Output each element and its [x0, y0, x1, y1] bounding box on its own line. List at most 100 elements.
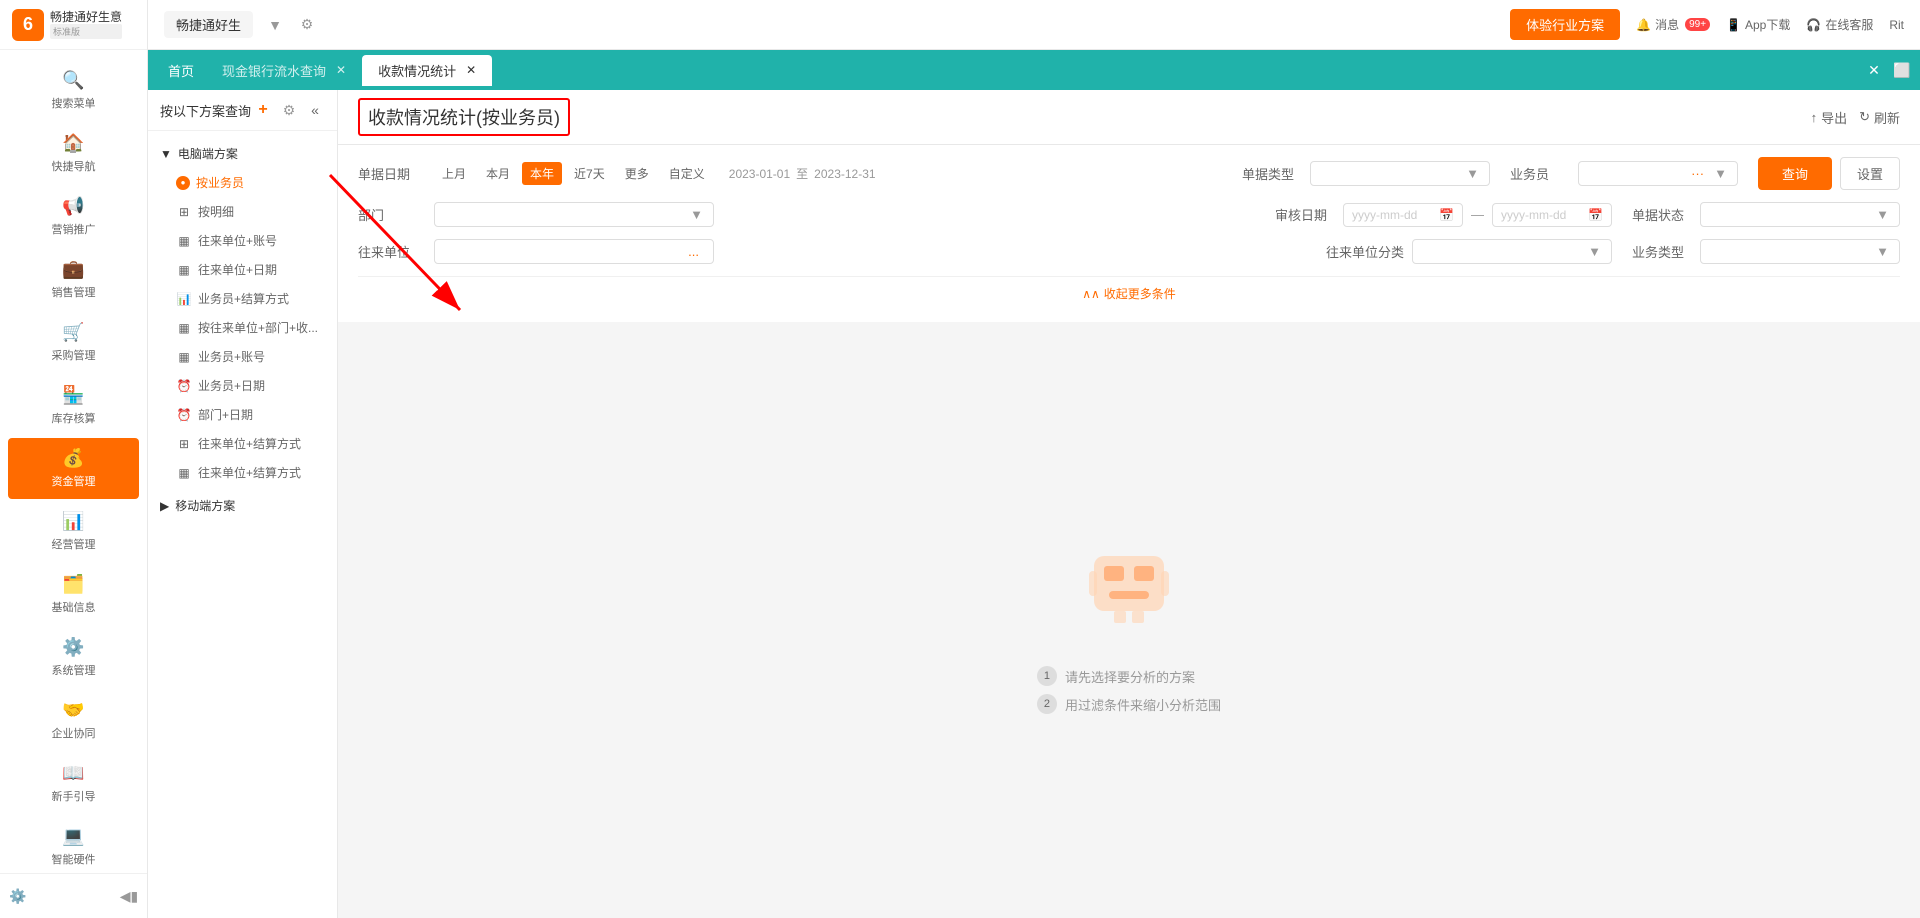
tree-item-by-partner-dept[interactable]: ▦ 按往来单位+部门+收... — [148, 313, 337, 342]
tab-collection-label: 收款情况统计 — [378, 61, 456, 80]
filter-row-2: 部门 ▼ 审核日期 yyyy-mm-dd 📅 — — [358, 202, 1900, 227]
tab-bank[interactable]: 现金银行流水查询 ✕ — [206, 55, 362, 86]
topbar-settings-icon[interactable]: ⚙ — [297, 15, 317, 35]
partner-more-btn[interactable]: ... — [688, 244, 699, 259]
partner-select[interactable]: ... — [434, 239, 714, 264]
refresh-icon: ↻ — [1859, 109, 1870, 125]
sidebar-settings-icon[interactable]: ⚙️ — [8, 886, 28, 906]
salesperson-label: 业务员 — [1510, 164, 1570, 183]
empty-illustration — [1069, 526, 1189, 646]
topbar-right: 体验行业方案 🔔 消息 99+ 📱 App下载 🎧 在线客服 Rit — [1510, 9, 1904, 40]
user-avatar[interactable]: Rit — [1889, 18, 1904, 32]
voucher-status-label: 单据状态 — [1632, 205, 1692, 224]
tree-item-partner-settlement2[interactable]: ▦ 往来单位+结算方式 — [148, 458, 337, 487]
sidebar-item-shortcut[interactable]: 🏠 快捷导航 — [8, 123, 139, 184]
collapse-label: 收起更多条件 — [1104, 285, 1176, 302]
sidebar-logo: 6 畅捷通好生意 标准版 — [0, 0, 147, 50]
business-type-select[interactable]: ▼ — [1700, 239, 1900, 264]
tree-item-partner-account[interactable]: ▦ 往来单位+账号 — [148, 226, 337, 255]
sidebar-item-purchase[interactable]: 🛒 采购管理 — [8, 312, 139, 373]
date-tab-prev-month[interactable]: 上月 — [434, 162, 474, 185]
settings-button[interactable]: 设置 — [1840, 157, 1900, 190]
hardware-icon: 💻 — [62, 826, 84, 847]
topbar: 畅捷通好生 ▼ ⚙ 体验行业方案 🔔 消息 99+ 📱 App下载 🎧 在线客服… — [148, 0, 1920, 50]
review-date-start-calendar-icon: 📅 — [1439, 208, 1454, 222]
tab-close-window-icon[interactable]: ✕ — [1864, 60, 1884, 80]
business-icon: 📊 — [62, 511, 84, 532]
sidebar-item-sales[interactable]: 💼 销售管理 — [8, 249, 139, 310]
review-date-end-placeholder: yyyy-mm-dd — [1501, 208, 1566, 222]
sidebar-bottom: ⚙️ ◀▮ — [0, 873, 147, 918]
scheme-settings-icon[interactable]: ⚙ — [279, 100, 299, 120]
tree-item-salesperson-date-label: 业务员+日期 — [198, 377, 265, 394]
date-tab-more[interactable]: 更多 — [617, 162, 657, 185]
sidebar-item-search[interactable]: 🔍 搜索菜单 — [8, 60, 139, 121]
sidebar-item-guide[interactable]: 📖 新手引导 — [8, 753, 139, 814]
notification-label: 消息 — [1655, 16, 1679, 33]
online-service-action[interactable]: 🎧 在线客服 — [1806, 16, 1873, 33]
tree-section: ▼ 电脑端方案 ● 按业务员 ⊞ 按明细 ▦ 往来单位+账号 — [148, 131, 337, 532]
voucher-status-select[interactable]: ▼ — [1700, 202, 1900, 227]
guide-icon: 📖 — [62, 763, 84, 784]
collapse-bar[interactable]: ∧∧ 收起更多条件 — [358, 276, 1900, 310]
date-tab-this-year[interactable]: 本年 — [522, 162, 562, 185]
add-scheme-icon[interactable]: + — [253, 100, 273, 120]
tip-text-1: 请先选择要分析的方案 — [1065, 667, 1195, 686]
tab-home[interactable]: 首页 — [156, 55, 206, 86]
main-area: 畅捷通好生 ▼ ⚙ 体验行业方案 🔔 消息 99+ 📱 App下载 🎧 在线客服… — [148, 0, 1920, 918]
app-download-action[interactable]: 📱 App下载 — [1726, 16, 1790, 33]
page-header: 收款情况统计(按业务员) ↑ 导出 ↻ 刷新 — [338, 90, 1920, 145]
date-tab-this-month[interactable]: 本月 — [478, 162, 518, 185]
tree-item-dept-date[interactable]: ⏰ 部门+日期 — [148, 400, 337, 429]
tree-item-salesperson-account[interactable]: ▦ 业务员+账号 — [148, 342, 337, 371]
date-tab-custom[interactable]: 自定义 — [661, 162, 713, 185]
tree-group-mobile: ▶ 移动端方案 — [148, 491, 337, 520]
trial-button[interactable]: 体验行业方案 — [1510, 9, 1620, 40]
tab-bank-close[interactable]: ✕ — [336, 63, 346, 77]
tab-collection[interactable]: 收款情况统计 ✕ — [362, 55, 492, 86]
partner-category-select[interactable]: ▼ — [1412, 239, 1612, 264]
salesperson-select[interactable]: ··· ▼ — [1578, 161, 1738, 186]
tip-num-2: 2 — [1037, 694, 1057, 714]
voucher-type-select[interactable]: ▼ — [1310, 161, 1490, 186]
review-date-start[interactable]: yyyy-mm-dd 📅 — [1343, 203, 1463, 227]
sidebar-item-inventory[interactable]: 🏪 库存核算 — [8, 375, 139, 436]
tabbar: 首页 现金银行流水查询 ✕ 收款情况统计 ✕ ✕ ⬜ — [148, 50, 1920, 90]
search-icon: 🔍 — [62, 70, 84, 91]
sidebar-item-marketing[interactable]: 📢 营销推广 — [8, 186, 139, 247]
logo-name: 畅捷通好生意 — [50, 10, 122, 24]
enterprise-icon: 🤝 — [62, 700, 84, 721]
tree-item-by-salesperson[interactable]: ● 按业务员 — [148, 168, 337, 197]
tree-item-by-partner-dept-label: 按往来单位+部门+收... — [198, 319, 318, 336]
tree-item-partner-settlement1[interactable]: ⊞ 往来单位+结算方式 — [148, 429, 337, 458]
company-dropdown-icon[interactable]: ▼ — [265, 15, 285, 35]
tree-item-partner-date[interactable]: ▦ 往来单位+日期 — [148, 255, 337, 284]
review-date-end[interactable]: yyyy-mm-dd 📅 — [1492, 203, 1612, 227]
notification-action[interactable]: 🔔 消息 99+ — [1636, 16, 1710, 33]
tab-collection-close[interactable]: ✕ — [466, 63, 476, 77]
date-tab-last7days[interactable]: 近7天 — [566, 162, 613, 185]
dept-date-icon: ⏰ — [176, 407, 192, 423]
sidebar-item-hardware[interactable]: 💻 智能硬件 — [8, 816, 139, 873]
date-range: 2023-01-01 至 2023-12-31 — [729, 165, 876, 182]
sidebar-item-basic[interactable]: 🗂️ 基础信息 — [8, 564, 139, 625]
sidebar-item-enterprise[interactable]: 🤝 企业协同 — [8, 690, 139, 751]
tab-maximize-icon[interactable]: ⬜ — [1892, 60, 1912, 80]
tree-group-mobile-header[interactable]: ▶ 移动端方案 — [148, 491, 337, 520]
dept-select[interactable]: ▼ — [434, 202, 714, 227]
sidebar-item-business[interactable]: 📊 经营管理 — [8, 501, 139, 562]
tree-group-desktop-header[interactable]: ▼ 电脑端方案 — [148, 139, 337, 168]
sidebar-label-enterprise: 企业协同 — [52, 725, 96, 741]
tree-item-salesperson-settlement[interactable]: 📊 业务员+结算方式 — [148, 284, 337, 313]
tree-item-salesperson-date[interactable]: ⏰ 业务员+日期 — [148, 371, 337, 400]
query-button[interactable]: 查询 — [1758, 157, 1832, 190]
sidebar-item-system[interactable]: ⚙️ 系统管理 — [8, 627, 139, 688]
sidebar-collapse-icon[interactable]: ◀▮ — [119, 886, 139, 906]
app-download-label: App下载 — [1745, 16, 1790, 33]
sidebar-label-purchase: 采购管理 — [52, 347, 96, 363]
refresh-button[interactable]: ↻ 刷新 — [1859, 108, 1900, 127]
panel-collapse-icon[interactable]: « — [305, 100, 325, 120]
sidebar-item-finance[interactable]: 💰 资金管理 — [8, 438, 139, 499]
export-button[interactable]: ↑ 导出 — [1811, 108, 1848, 127]
tree-item-by-detail[interactable]: ⊞ 按明细 — [148, 197, 337, 226]
